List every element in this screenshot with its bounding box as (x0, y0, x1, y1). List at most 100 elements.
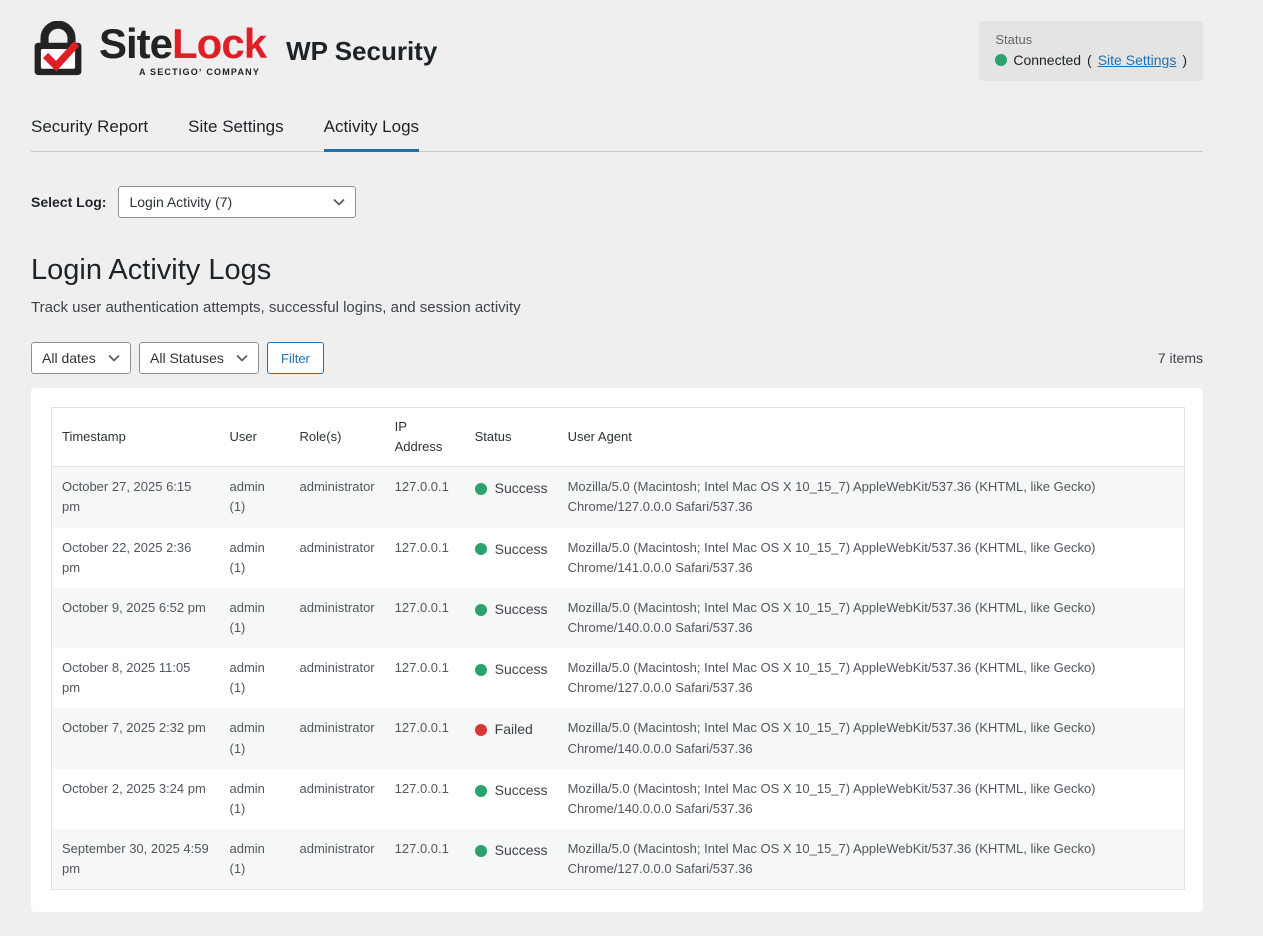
table-row: October 22, 2025 2:36 pm admin (1) admin… (52, 528, 1185, 588)
status-label: Success (495, 478, 548, 500)
col-header-status: Status (465, 408, 558, 467)
status-dot-icon (475, 604, 487, 616)
status-filter-select[interactable]: All Statuses (139, 342, 259, 374)
roles-cell: administrator (290, 467, 385, 528)
header: SiteLock A SECTIGOʼ COMPANY WP Security … (31, 21, 1203, 81)
log-table-card: Timestamp User Role(s) IP Address Status… (31, 388, 1203, 912)
section-title: Login Activity Logs (31, 254, 1203, 287)
status-cell: Success (465, 829, 558, 890)
status-value-line: Connected ( Site Settings ) (995, 52, 1187, 68)
table-row: October 9, 2025 6:52 pm admin (1) admini… (52, 588, 1185, 648)
log-selector-row: Select Log: Login Activity (7) (31, 186, 1203, 218)
table-row: October 27, 2025 6:15 pm admin (1) admin… (52, 467, 1185, 528)
user-agent-cell: Mozilla/5.0 (Macintosh; Intel Mac OS X 1… (558, 467, 1185, 528)
status-label: Success (495, 840, 548, 862)
sitelock-lock-icon (31, 21, 85, 77)
user-agent-cell: Mozilla/5.0 (Macintosh; Intel Mac OS X 1… (558, 708, 1185, 768)
ip-cell: 127.0.0.1 (385, 588, 465, 648)
table-row: September 30, 2025 4:59 pm admin (1) adm… (52, 829, 1185, 890)
status-cell: Success (465, 588, 558, 648)
status-cell: Success (465, 528, 558, 588)
user-cell: admin (1) (220, 588, 290, 648)
log-table-body: October 27, 2025 6:15 pm admin (1) admin… (52, 467, 1185, 890)
site-settings-link[interactable]: Site Settings (1098, 52, 1177, 68)
user-agent-cell: Mozilla/5.0 (Macintosh; Intel Mac OS X 1… (558, 648, 1185, 708)
ip-cell: 127.0.0.1 (385, 769, 465, 829)
user-agent-cell: Mozilla/5.0 (Macintosh; Intel Mac OS X 1… (558, 829, 1185, 890)
status-cell: Success (465, 769, 558, 829)
date-filter-select[interactable]: All dates (31, 342, 131, 374)
brand-lock-text: Lock (172, 20, 266, 67)
timestamp-cell: October 8, 2025 11:05 pm (52, 648, 220, 708)
status-cell: Success (465, 467, 558, 528)
sitelock-wordmark: SiteLock A SECTIGOʼ COMPANY (99, 22, 266, 77)
status-dot-icon (475, 724, 487, 736)
table-row: October 7, 2025 2:32 pm admin (1) admini… (52, 708, 1185, 768)
col-header-user: User (220, 408, 290, 467)
status-dot-icon (475, 664, 487, 676)
timestamp-cell: October 7, 2025 2:32 pm (52, 708, 220, 768)
ip-cell: 127.0.0.1 (385, 467, 465, 528)
status-dot-icon (475, 543, 487, 555)
status-dot-icon (475, 785, 487, 797)
tab-activity-logs[interactable]: Activity Logs (324, 111, 419, 152)
ip-cell: 127.0.0.1 (385, 829, 465, 890)
brand-tagline: A SECTIGOʼ COMPANY (99, 67, 266, 77)
status-label: Success (495, 599, 548, 621)
col-header-user-agent: User Agent (558, 408, 1185, 467)
roles-cell: administrator (290, 528, 385, 588)
date-filter-wrap: All dates (31, 342, 131, 374)
col-header-ip: IP Address (385, 408, 465, 467)
sitelock-brand-text: SiteLock (99, 22, 266, 66)
items-count: 7 items (1158, 350, 1203, 366)
filter-bar: All dates All Statuses Filter 7 items (31, 342, 1203, 374)
roles-cell: administrator (290, 588, 385, 648)
log-select[interactable]: Login Activity (7) (118, 186, 356, 218)
user-agent-cell: Mozilla/5.0 (Macintosh; Intel Mac OS X 1… (558, 528, 1185, 588)
timestamp-cell: September 30, 2025 4:59 pm (52, 829, 220, 890)
status-filter-wrap: All Statuses (139, 342, 259, 374)
col-header-timestamp: Timestamp (52, 408, 220, 467)
status-dot-icon (475, 845, 487, 857)
brand-site-text: Site (99, 20, 172, 67)
table-header: Timestamp User Role(s) IP Address Status… (52, 408, 1185, 467)
user-cell: admin (1) (220, 467, 290, 528)
ip-cell: 127.0.0.1 (385, 648, 465, 708)
roles-cell: administrator (290, 708, 385, 768)
status-label: Success (495, 659, 548, 681)
table-row: October 8, 2025 11:05 pm admin (1) admin… (52, 648, 1185, 708)
user-cell: admin (1) (220, 769, 290, 829)
brand-logo: SiteLock A SECTIGOʼ COMPANY WP Security (31, 21, 437, 77)
section-subtitle: Track user authentication attempts, succ… (31, 299, 1203, 316)
status-label: Status (995, 32, 1187, 47)
user-agent-cell: Mozilla/5.0 (Macintosh; Intel Mac OS X 1… (558, 769, 1185, 829)
roles-cell: administrator (290, 829, 385, 890)
col-header-roles: Role(s) (290, 408, 385, 467)
ip-cell: 127.0.0.1 (385, 528, 465, 588)
filter-button[interactable]: Filter (267, 342, 324, 374)
tab-security-report[interactable]: Security Report (31, 111, 148, 152)
login-activity-table: Timestamp User Role(s) IP Address Status… (51, 407, 1185, 890)
tab-site-settings[interactable]: Site Settings (188, 111, 283, 152)
status-label: Success (495, 780, 548, 802)
status-label: Success (495, 539, 548, 561)
timestamp-cell: October 22, 2025 2:36 pm (52, 528, 220, 588)
ip-cell: 127.0.0.1 (385, 708, 465, 768)
paren-close: ) (1182, 52, 1187, 68)
status-label: Failed (495, 719, 533, 741)
log-select-wrap: Login Activity (7) (118, 186, 356, 218)
page-title: WP Security (286, 32, 437, 67)
user-cell: admin (1) (220, 708, 290, 768)
status-value: Connected (1013, 52, 1081, 68)
paren-open: ( (1087, 52, 1092, 68)
status-cell: Success (465, 648, 558, 708)
user-agent-cell: Mozilla/5.0 (Macintosh; Intel Mac OS X 1… (558, 588, 1185, 648)
timestamp-cell: October 27, 2025 6:15 pm (52, 467, 220, 528)
user-cell: admin (1) (220, 648, 290, 708)
main-tabs: Security Report Site Settings Activity L… (31, 111, 1203, 152)
timestamp-cell: October 2, 2025 3:24 pm (52, 769, 220, 829)
roles-cell: administrator (290, 648, 385, 708)
timestamp-cell: October 9, 2025 6:52 pm (52, 588, 220, 648)
table-row: October 2, 2025 3:24 pm admin (1) admini… (52, 769, 1185, 829)
user-cell: admin (1) (220, 829, 290, 890)
